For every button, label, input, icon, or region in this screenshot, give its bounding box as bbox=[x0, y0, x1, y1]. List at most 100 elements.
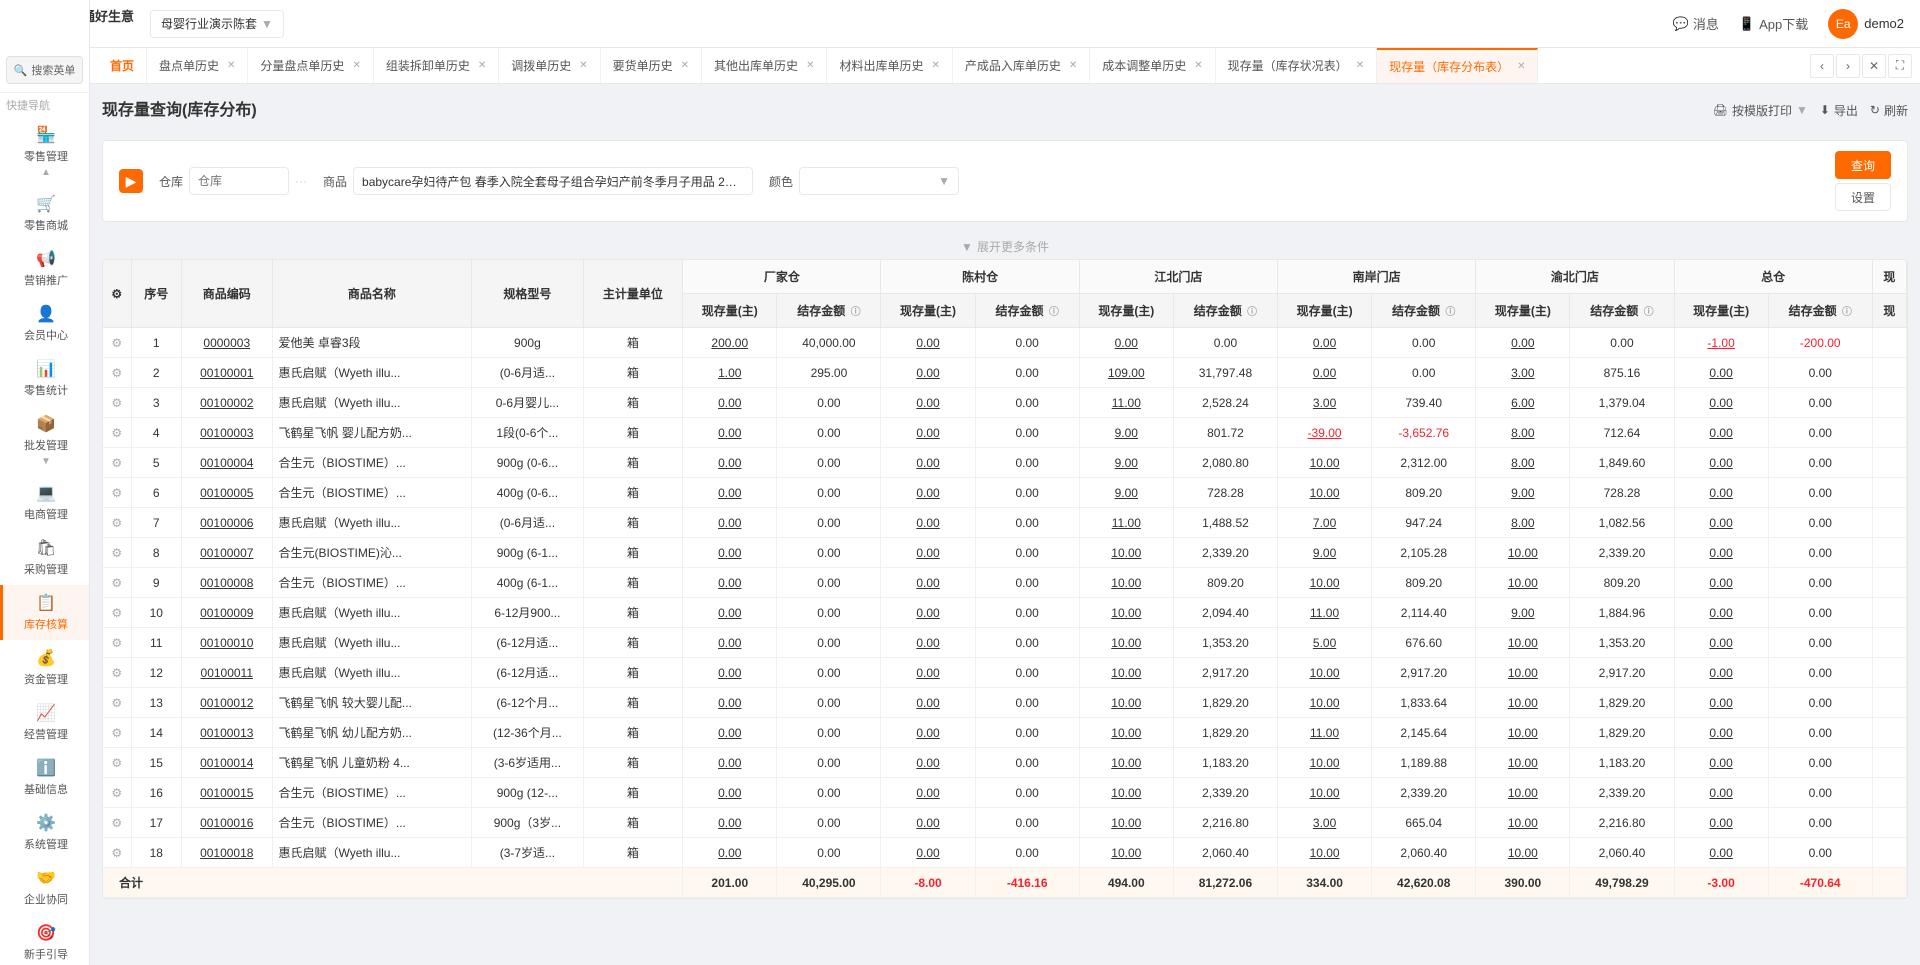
tab-next-btn[interactable]: › bbox=[1836, 54, 1860, 78]
tab-close-icon[interactable]: ✕ bbox=[931, 60, 939, 71]
td-t-stock: 0.00 bbox=[1674, 358, 1768, 388]
expand-btn[interactable]: ▶ bbox=[119, 169, 143, 193]
td-yb-bal: 2,060.40 bbox=[1570, 838, 1674, 868]
sidebar-item-zero-stats[interactable]: 📊 零售统计 bbox=[0, 351, 89, 406]
td-na-bal: 2,105.28 bbox=[1372, 538, 1476, 568]
sum-t-bal: -470.64 bbox=[1768, 868, 1872, 898]
info-icon-1[interactable]: ⓘ bbox=[851, 307, 861, 318]
goods-selector[interactable]: babycare孕妇待产包 春季入院全套母子组合孕妇产前冬季月子用品 22件套 … bbox=[353, 167, 753, 195]
user-menu[interactable]: Ea demo2 bbox=[1828, 9, 1904, 39]
app-download-btn[interactable]: 📱 App下载 bbox=[1739, 14, 1808, 33]
sidebar-item-inventory[interactable]: 📋 库存核算 bbox=[0, 585, 89, 640]
sidebar-item-zero-mall[interactable]: 🛒 零售商城 bbox=[0, 186, 89, 241]
tab-requisition[interactable]: 要货单历史 ✕ bbox=[601, 48, 702, 84]
settings-button[interactable]: 设置 bbox=[1835, 183, 1891, 211]
td-jb-stock: 11.00 bbox=[1079, 508, 1173, 538]
tab-home[interactable]: 首页 bbox=[98, 48, 147, 84]
sidebar-item-finance[interactable]: 💰 资金管理 bbox=[0, 640, 89, 695]
td-gear[interactable]: ⚙ bbox=[103, 418, 131, 448]
tab-close-icon[interactable]: ✕ bbox=[352, 60, 360, 71]
info-icon-4[interactable]: ⓘ bbox=[1445, 307, 1455, 318]
tab-close-all-btn[interactable]: ✕ bbox=[1862, 54, 1886, 78]
tab-distribution-count[interactable]: 分量盘点单历史 ✕ bbox=[248, 48, 373, 84]
td-gear[interactable]: ⚙ bbox=[103, 508, 131, 538]
tab-material-out[interactable]: 材料出库单历史 ✕ bbox=[827, 48, 952, 84]
td-gear[interactable]: ⚙ bbox=[103, 478, 131, 508]
expand-more-bar[interactable]: ▼ 展开更多条件 bbox=[102, 234, 1908, 259]
tab-other-out[interactable]: 其他出库单历史 ✕ bbox=[702, 48, 827, 84]
sidebar-item-guide[interactable]: 🎯 新手引导 bbox=[0, 915, 89, 965]
tab-close-icon[interactable]: ✕ bbox=[1194, 60, 1202, 71]
tab-stock-dist[interactable]: 现存量（库存分布表） ✕ bbox=[1377, 48, 1538, 84]
color-selector[interactable]: ▼ bbox=[799, 167, 959, 195]
td-jb-bal: 2,080.80 bbox=[1173, 448, 1277, 478]
td-gear[interactable]: ⚙ bbox=[103, 748, 131, 778]
td-gear[interactable]: ⚙ bbox=[103, 838, 131, 868]
td-t-bal: 0.00 bbox=[1768, 838, 1872, 868]
info-icon-6[interactable]: ⓘ bbox=[1842, 307, 1852, 318]
purchase-icon: 🛍 bbox=[36, 538, 56, 558]
sidebar-item-zero-retail[interactable]: 🏪 零售管理 ▲ bbox=[0, 117, 89, 186]
td-gear[interactable]: ⚙ bbox=[103, 778, 131, 808]
td-gear[interactable]: ⚙ bbox=[103, 688, 131, 718]
warehouse-input[interactable] bbox=[189, 167, 289, 195]
td-gear[interactable]: ⚙ bbox=[103, 568, 131, 598]
td-gear[interactable]: ⚙ bbox=[103, 358, 131, 388]
tab-close-icon[interactable]: ✕ bbox=[1356, 60, 1364, 71]
search-btn[interactable]: 🔍 搜索英单 bbox=[6, 56, 83, 84]
sidebar-item-system[interactable]: ⚙️ 系统管理 bbox=[0, 805, 89, 860]
tab-expand-btn[interactable]: ⛶ bbox=[1888, 54, 1912, 78]
th-na-stock: 现存量(主) bbox=[1278, 294, 1372, 328]
tab-close-icon[interactable]: ✕ bbox=[478, 60, 486, 71]
sidebar-item-basic[interactable]: ℹ️ 基础信息 bbox=[0, 750, 89, 805]
sidebar-item-member[interactable]: 👤 会员中心 bbox=[0, 296, 89, 351]
td-t-bal: 0.00 bbox=[1768, 748, 1872, 778]
refresh-btn[interactable]: ↻ 刷新 bbox=[1870, 102, 1908, 119]
td-gear[interactable]: ⚙ bbox=[103, 388, 131, 418]
td-spec: (0-6月适... bbox=[472, 508, 583, 538]
sidebar-item-purchase[interactable]: 🛍 采购管理 bbox=[0, 530, 89, 585]
tab-close-icon[interactable]: ✕ bbox=[681, 60, 689, 71]
app-download-icon: 📱 bbox=[1739, 16, 1755, 32]
td-gear[interactable]: ⚙ bbox=[103, 808, 131, 838]
tab-disassemble[interactable]: 组装拆卸单历史 ✕ bbox=[374, 48, 499, 84]
sidebar-item-ecommerce[interactable]: 💻 电商管理 bbox=[0, 475, 89, 530]
tab-close-icon[interactable]: ✕ bbox=[579, 60, 587, 71]
message-btn[interactable]: 💬 消息 bbox=[1673, 14, 1719, 33]
td-gear[interactable]: ⚙ bbox=[103, 598, 131, 628]
td-gear[interactable]: ⚙ bbox=[103, 448, 131, 478]
td-gear[interactable]: ⚙ bbox=[103, 718, 131, 748]
search-button[interactable]: 查询 bbox=[1835, 151, 1891, 179]
td-gear[interactable]: ⚙ bbox=[103, 328, 131, 358]
sidebar-item-enterprise[interactable]: 🤝 企业协同 bbox=[0, 860, 89, 915]
sidebar-item-wholesale[interactable]: 📦 批发管理 ▼ bbox=[0, 406, 89, 475]
export-btn[interactable]: ⬇ 导出 bbox=[1820, 102, 1858, 119]
tab-close-icon[interactable]: ✕ bbox=[806, 60, 814, 71]
tab-current-stock[interactable]: 现存量（库存状况表） ✕ bbox=[1216, 48, 1377, 84]
tab-cost-adjust[interactable]: 成本调整单历史 ✕ bbox=[1090, 48, 1215, 84]
print-btn[interactable]: 🖨 按模版打印 ▼ bbox=[1713, 102, 1808, 119]
info-icon-3[interactable]: ⓘ bbox=[1247, 307, 1257, 318]
info-icon-5[interactable]: ⓘ bbox=[1644, 307, 1654, 318]
info-icon-2[interactable]: ⓘ bbox=[1049, 307, 1059, 318]
td-gear[interactable]: ⚙ bbox=[103, 538, 131, 568]
sidebar-item-operation[interactable]: 📈 经营管理 bbox=[0, 695, 89, 750]
tab-close-icon[interactable]: ✕ bbox=[1517, 61, 1525, 72]
sidebar-item-marketing[interactable]: 📢 营销推广 bbox=[0, 241, 89, 296]
td-yb-stock: 10.00 bbox=[1476, 808, 1570, 838]
td-na-stock: 0.00 bbox=[1278, 328, 1372, 358]
system-selector[interactable]: 母婴行业演示陈套 ▼ bbox=[150, 10, 284, 38]
td-no: 7 bbox=[131, 508, 181, 538]
goods-label: 商品 bbox=[323, 173, 347, 190]
td-gear[interactable]: ⚙ bbox=[103, 658, 131, 688]
tab-close-icon[interactable]: ✕ bbox=[227, 60, 235, 71]
td-c-bal: 0.00 bbox=[975, 538, 1079, 568]
sum-yb-bal: 49,798.29 bbox=[1570, 868, 1674, 898]
tab-transfer[interactable]: 调拨单历史 ✕ bbox=[499, 48, 600, 84]
tab-prev-btn[interactable]: ‹ bbox=[1810, 54, 1834, 78]
td-t-stock: -1.00 bbox=[1674, 328, 1768, 358]
tab-product-in[interactable]: 产成品入库单历史 ✕ bbox=[953, 48, 1090, 84]
td-gear[interactable]: ⚙ bbox=[103, 628, 131, 658]
tab-inventory-count[interactable]: 盘点单历史 ✕ bbox=[147, 48, 248, 84]
tab-close-icon[interactable]: ✕ bbox=[1069, 60, 1077, 71]
